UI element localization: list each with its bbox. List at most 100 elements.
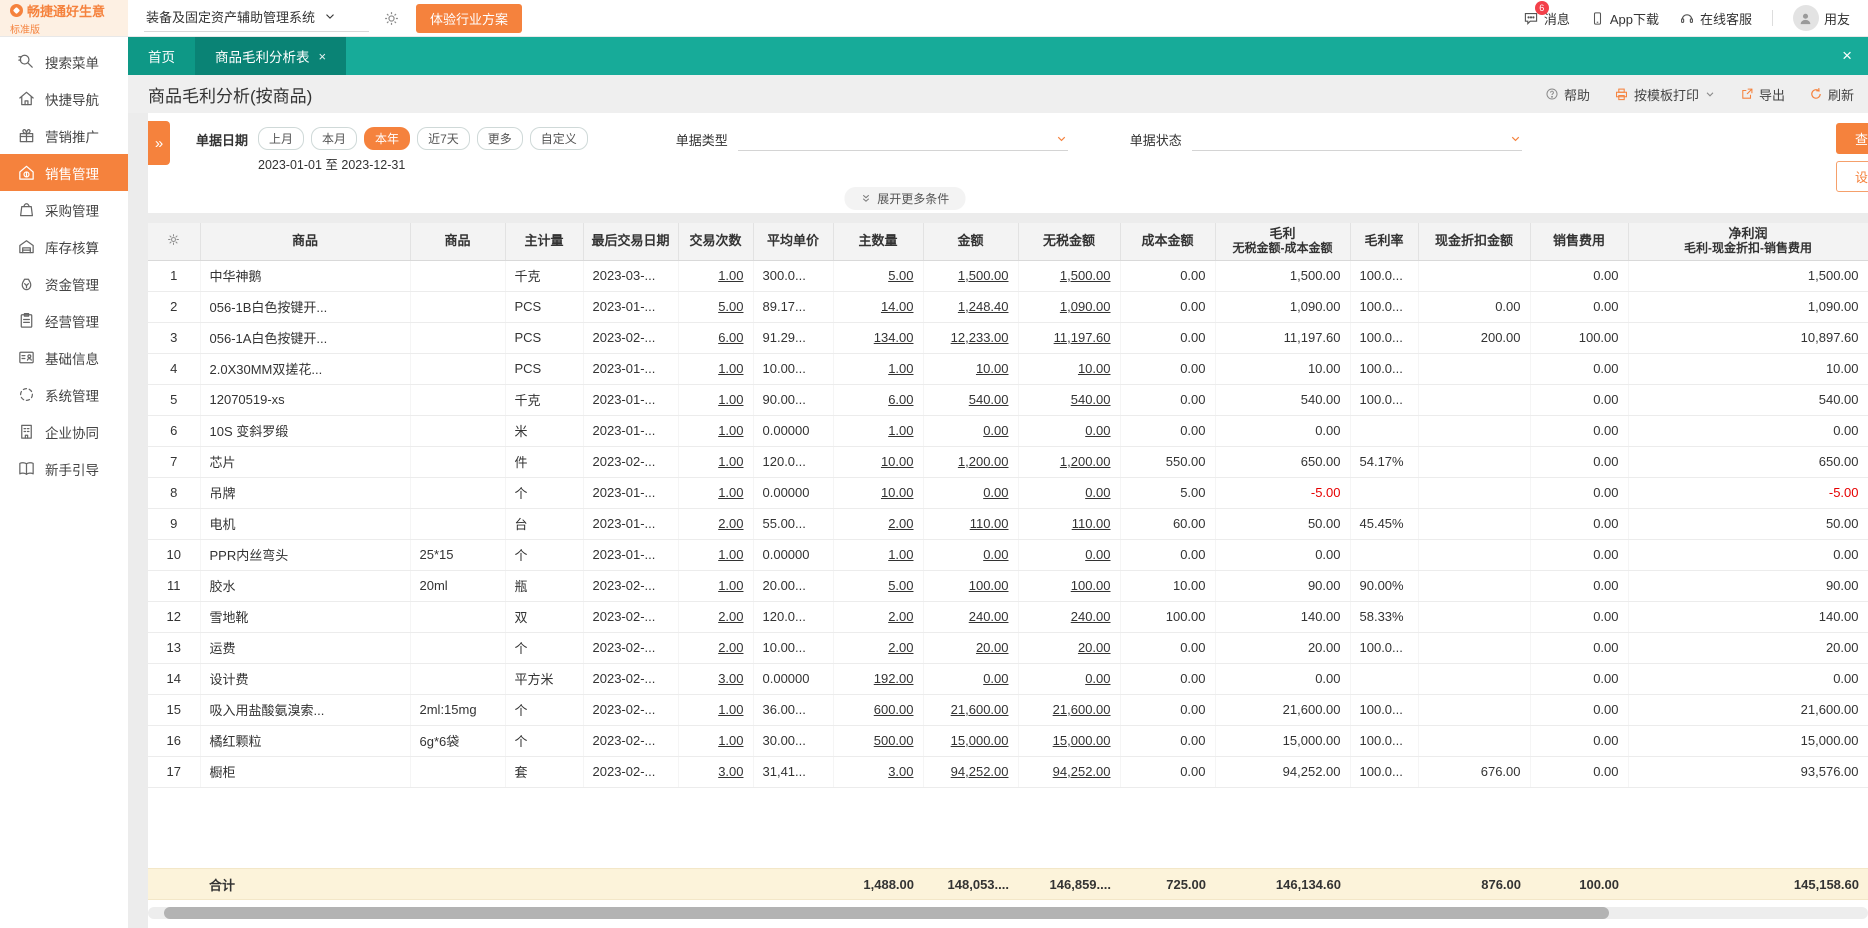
cell-qty[interactable]: 10.00 xyxy=(833,446,924,478)
settings-button[interactable]: 设置 xyxy=(1836,161,1868,192)
cell-count[interactable]: 1.00 xyxy=(678,353,754,385)
user-menu[interactable]: 用友 xyxy=(1792,5,1850,31)
doc-type-select[interactable] xyxy=(737,127,1068,151)
date-chip-本月[interactable]: 本月 xyxy=(311,127,358,150)
column-header-unit[interactable]: 主计量 xyxy=(505,223,584,261)
cell-count[interactable]: 1.00 xyxy=(678,384,754,416)
cell-qty[interactable]: 134.00 xyxy=(833,322,924,354)
cell-amount[interactable]: 1,500.00 xyxy=(923,260,1019,292)
cell-count[interactable]: 2.00 xyxy=(678,601,754,633)
cell-count[interactable]: 1.00 xyxy=(678,694,754,726)
cell-count[interactable]: 1.00 xyxy=(678,570,754,602)
cell-count[interactable]: 1.00 xyxy=(678,725,754,757)
column-header-net[interactable]: 净利润 毛利-现金折扣-销售费用 xyxy=(1628,223,1868,261)
date-chip-本年[interactable]: 本年 xyxy=(364,127,411,150)
sidebar-item-purchase[interactable]: 采购管理 xyxy=(0,191,128,228)
tab-home[interactable]: 首页 xyxy=(128,37,195,75)
cell-notax[interactable]: 94,252.00 xyxy=(1018,756,1121,788)
cell-qty[interactable]: 6.00 xyxy=(833,384,924,416)
query-button[interactable]: 查询 xyxy=(1836,123,1868,154)
tab-close-icon[interactable]: × xyxy=(319,49,327,64)
date-chip-自定义[interactable]: 自定义 xyxy=(529,127,588,150)
cell-amount[interactable]: 20.00 xyxy=(923,632,1019,664)
cell-count[interactable]: 5.00 xyxy=(678,291,754,323)
cell-amount[interactable]: 0.00 xyxy=(923,415,1019,447)
cell-amount[interactable]: 100.00 xyxy=(923,570,1019,602)
sidebar-item-system[interactable]: 系统管理 xyxy=(0,376,128,413)
online-support-button[interactable]: 在线客服 xyxy=(1679,9,1752,28)
cell-count[interactable]: 3.00 xyxy=(678,756,754,788)
cell-amount[interactable]: 10.00 xyxy=(923,353,1019,385)
export-button[interactable]: 导出 xyxy=(1740,85,1785,104)
cell-amount[interactable]: 15,000.00 xyxy=(923,725,1019,757)
date-chip-近7天[interactable]: 近7天 xyxy=(417,127,470,150)
cell-notax[interactable]: 15,000.00 xyxy=(1018,725,1121,757)
cell-notax[interactable]: 240.00 xyxy=(1018,601,1121,633)
cell-notax[interactable]: 11,197.60 xyxy=(1018,322,1121,354)
cell-amount[interactable]: 94,252.00 xyxy=(923,756,1019,788)
cell-amount[interactable]: 540.00 xyxy=(923,384,1019,416)
help-button[interactable]: 帮助 xyxy=(1545,85,1590,104)
sidebar-item-quick-nav[interactable]: 快捷导航 xyxy=(0,80,128,117)
cell-notax[interactable]: 0.00 xyxy=(1018,539,1121,571)
cell-amount[interactable]: 240.00 xyxy=(923,601,1019,633)
column-header-no[interactable] xyxy=(148,223,201,261)
column-header-name[interactable]: 商品 xyxy=(200,223,411,261)
cell-notax[interactable]: 10.00 xyxy=(1018,353,1121,385)
cell-qty[interactable]: 2.00 xyxy=(833,632,924,664)
refresh-button[interactable]: 刷新 xyxy=(1809,85,1854,104)
cell-qty[interactable]: 3.00 xyxy=(833,756,924,788)
cell-qty[interactable]: 14.00 xyxy=(833,291,924,323)
cell-qty[interactable]: 1.00 xyxy=(833,539,924,571)
horizontal-scrollbar[interactable] xyxy=(148,907,1868,919)
cell-qty[interactable]: 1.00 xyxy=(833,353,924,385)
messages-button[interactable]: 6 消息 xyxy=(1523,0,1570,28)
cell-amount[interactable]: 12,233.00 xyxy=(923,322,1019,354)
cell-qty[interactable]: 10.00 xyxy=(833,477,924,509)
column-header-cost[interactable]: 成本金额 xyxy=(1120,223,1216,261)
system-select[interactable]: 装备及固定资产辅助管理系统 xyxy=(144,5,369,32)
expand-more-conditions-button[interactable]: 展开更多条件 xyxy=(844,187,966,210)
cell-notax[interactable]: 0.00 xyxy=(1018,663,1121,695)
column-header-price[interactable]: 平均单价 xyxy=(753,223,834,261)
cell-qty[interactable]: 2.00 xyxy=(833,601,924,633)
doc-status-select[interactable] xyxy=(1191,127,1522,151)
cell-amount[interactable]: 110.00 xyxy=(923,508,1019,540)
column-header-amount[interactable]: 金额 xyxy=(923,223,1019,261)
sidebar-item-sales[interactable]: 销售管理 xyxy=(0,154,128,191)
sidebar-item-search-menu[interactable]: 搜索菜单 xyxy=(0,43,128,80)
print-by-template-button[interactable]: 按模板打印 xyxy=(1614,85,1716,104)
column-header-spec[interactable]: 商品 xyxy=(410,223,506,261)
column-header-date[interactable]: 最后交易日期 xyxy=(583,223,679,261)
cell-count[interactable]: 6.00 xyxy=(678,322,754,354)
column-header-expense[interactable]: 销售费用 xyxy=(1530,223,1629,261)
sidebar-item-marketing[interactable]: 营销推广 xyxy=(0,117,128,154)
cell-notax[interactable]: 540.00 xyxy=(1018,384,1121,416)
trial-industry-button[interactable]: 体验行业方案 xyxy=(416,3,523,33)
cell-count[interactable]: 2.00 xyxy=(678,632,754,664)
cell-amount[interactable]: 0.00 xyxy=(923,663,1019,695)
cell-qty[interactable]: 192.00 xyxy=(833,663,924,695)
date-chip-上月[interactable]: 上月 xyxy=(258,127,305,150)
collapse-filter-button[interactable]: » xyxy=(148,121,170,165)
cell-notax[interactable]: 0.00 xyxy=(1018,477,1121,509)
settings-gear-icon[interactable] xyxy=(383,10,400,27)
cell-qty[interactable]: 2.00 xyxy=(833,508,924,540)
cell-notax[interactable]: 1,090.00 xyxy=(1018,291,1121,323)
sidebar-item-guide[interactable]: 新手引导 xyxy=(0,450,128,487)
cell-count[interactable]: 1.00 xyxy=(678,415,754,447)
column-header-profit[interactable]: 毛利 无税金额-成本金额 xyxy=(1215,223,1351,261)
cell-qty[interactable]: 500.00 xyxy=(833,725,924,757)
column-settings-gear-icon[interactable] xyxy=(166,232,181,247)
date-chip-更多[interactable]: 更多 xyxy=(476,127,523,150)
cell-count[interactable]: 1.00 xyxy=(678,539,754,571)
app-download-button[interactable]: App下载 xyxy=(1590,9,1659,28)
cell-count[interactable]: 3.00 xyxy=(678,663,754,695)
cell-amount[interactable]: 1,248.40 xyxy=(923,291,1019,323)
cell-qty[interactable]: 5.00 xyxy=(833,570,924,602)
cell-qty[interactable]: 600.00 xyxy=(833,694,924,726)
close-all-tabs-icon[interactable]: × xyxy=(1826,37,1868,75)
cell-count[interactable]: 1.00 xyxy=(678,477,754,509)
column-header-notax[interactable]: 无税金额 xyxy=(1018,223,1121,261)
cell-count[interactable]: 1.00 xyxy=(678,260,754,292)
